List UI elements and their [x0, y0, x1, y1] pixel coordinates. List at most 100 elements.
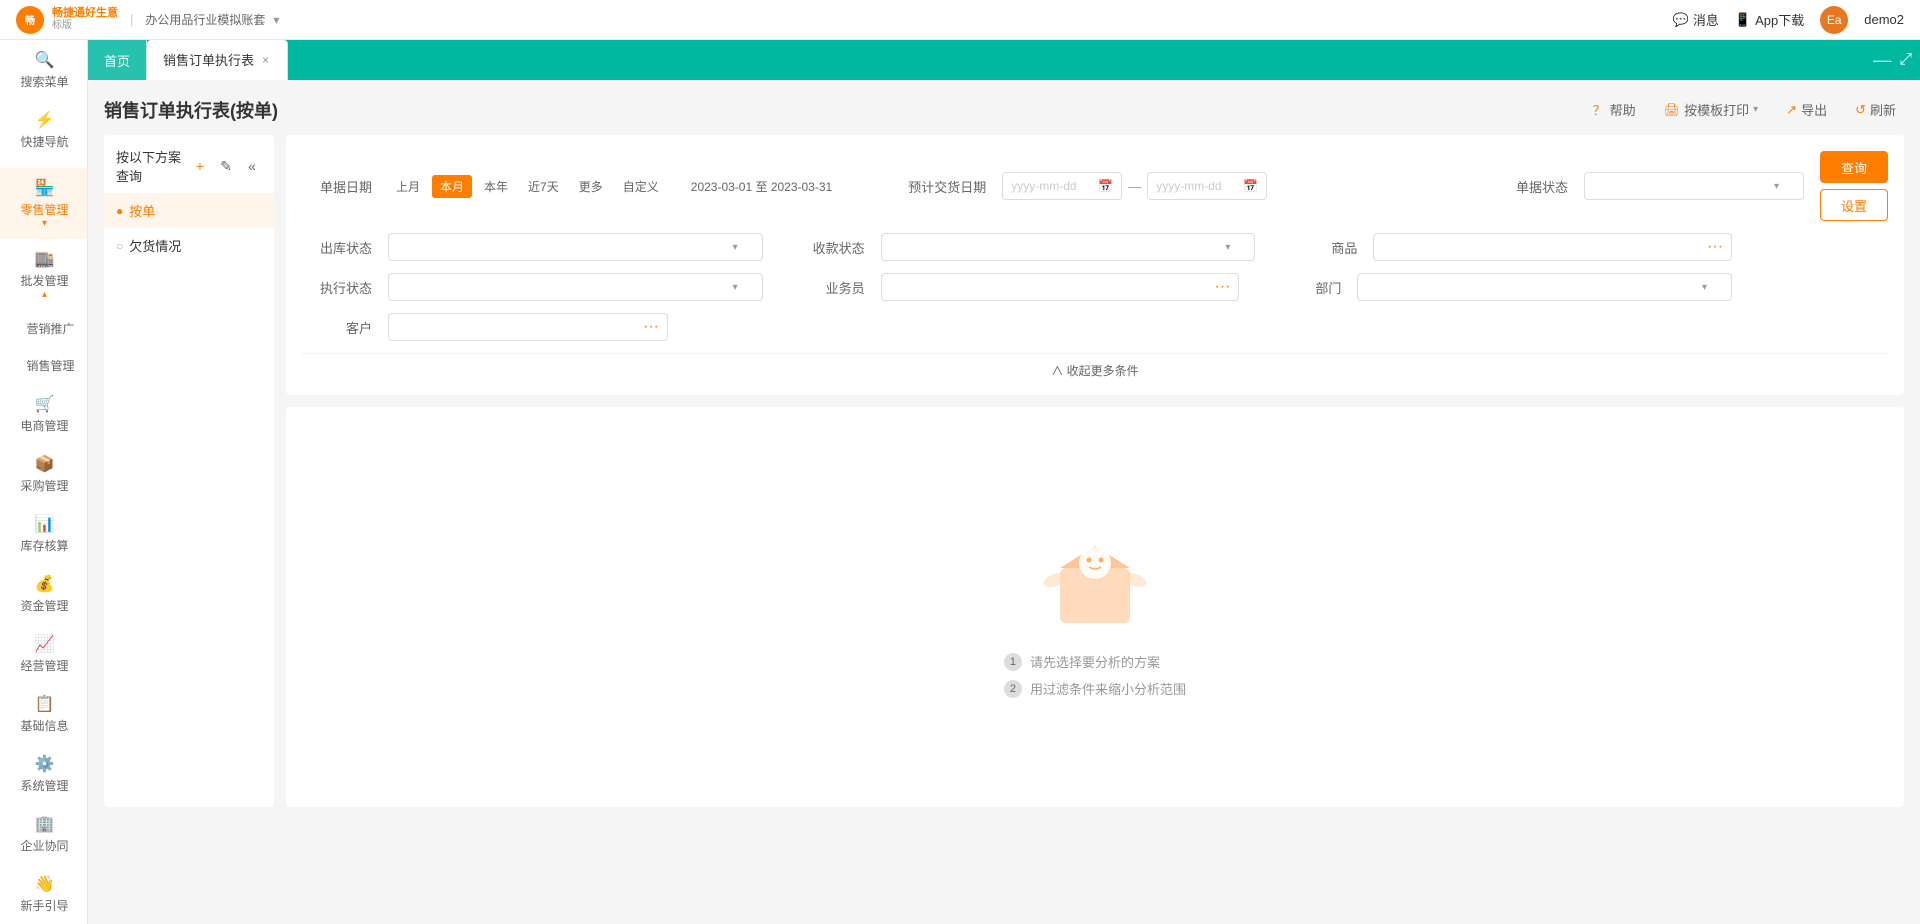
empty-hints: 1 请先选择要分析的方案 2 用过滤条件来缩小分析范围 — [1004, 652, 1186, 706]
quicknav-icon: ⚡ — [35, 110, 55, 130]
help-icon: ？ — [1593, 100, 1606, 119]
add-scheme-btn[interactable]: + — [190, 156, 210, 176]
minimize-icon[interactable]: — — [1873, 50, 1891, 71]
sidebar-item-ecommerce[interactable]: 🛒 电商管理 — [0, 384, 87, 444]
date-label: 单据日期 — [302, 177, 372, 196]
date-tab-7days[interactable]: 近7天 — [520, 175, 567, 198]
sidebar-subitem-marketing[interactable]: 营销推广 — [12, 310, 87, 347]
tab-active[interactable]: 销售订单执行表 × — [147, 40, 288, 81]
username: demo2 — [1864, 12, 1904, 27]
department-label: 部门 — [1271, 278, 1341, 297]
left-panel: 按以下方案查询 + ✎ « ● 按单 ○ 欠货情况 — [104, 135, 274, 807]
payment-dropdown-icon: ▾ — [1225, 242, 1230, 253]
hint-num-2: 2 — [1004, 680, 1022, 698]
sidebar-item-newuser[interactable]: 👋 新手引导 — [0, 864, 87, 924]
wholesale-expand-icon: ▴ — [42, 289, 47, 300]
message-icon: 💬 — [1673, 12, 1689, 28]
date-range-text: 2023-03-01 至 2023-03-31 — [691, 178, 832, 195]
date-tab-custom[interactable]: 自定义 — [615, 175, 667, 198]
sidebar-item-search[interactable]: 🔍 搜索菜单 — [0, 40, 87, 100]
date-tab-thisyear[interactable]: 本年 — [476, 175, 516, 198]
payment-select[interactable]: ▾ — [881, 233, 1256, 261]
enterprise-icon: 🏢 — [35, 814, 55, 834]
app-download-action[interactable]: 📱 App下载 — [1735, 10, 1804, 29]
collapse-icon: ∧ — [1051, 364, 1066, 378]
filter-row-2: 出库状态 ▾ 收款状态 ▾ 商品 — [302, 233, 1888, 261]
scheme-item-0[interactable]: ● 按单 — [104, 193, 274, 228]
help-btn[interactable]: ？ 帮助 — [1585, 96, 1644, 123]
shipment-select[interactable]: ▾ — [388, 233, 763, 261]
sidebar-item-operations[interactable]: 📈 经营管理 — [0, 624, 87, 684]
system-icon: ⚙️ — [35, 754, 55, 774]
left-panel-title: 按以下方案查询 — [116, 147, 190, 185]
sidebar-item-purchase[interactable]: 📦 采购管理 — [0, 444, 87, 504]
sidebar-item-finance[interactable]: 💰 资金管理 — [0, 564, 87, 624]
goods-dots-icon: ··· — [1707, 238, 1723, 256]
sidebar-item-enterprise[interactable]: 🏢 企业协同 — [0, 804, 87, 864]
date-separator: — — [1128, 179, 1141, 194]
expected-date-to[interactable]: yyyy-mm-dd 📅 — [1147, 172, 1267, 200]
operations-icon: 📈 — [35, 634, 55, 654]
wholesale-icon: 🏬 — [35, 249, 55, 269]
salesman-input[interactable]: ··· — [881, 273, 1240, 301]
filter-row-4: 客户 ··· — [302, 313, 1888, 341]
sidebar-item-label-search: 搜索菜单 — [20, 73, 68, 90]
sidebar-item-inventory[interactable]: 📊 库存核算 — [0, 504, 87, 564]
ecommerce-icon: 🛒 — [35, 394, 55, 414]
retail-icon: 🏪 — [35, 178, 55, 198]
empty-state: 1 请先选择要分析的方案 2 用过滤条件来缩小分析范围 — [286, 407, 1904, 807]
sidebar-item-quicknav[interactable]: ⚡ 快捷导航 — [0, 100, 87, 160]
collapse-panel-btn[interactable]: « — [242, 156, 262, 176]
settings-btn[interactable]: 设置 — [1820, 189, 1888, 221]
date-to-placeholder: yyyy-mm-dd — [1156, 179, 1221, 193]
sidebar-item-label-quicknav: 快捷导航 — [20, 133, 68, 150]
sidebar-subitem-label-marketing: 营销推广 — [26, 320, 74, 337]
goods-input[interactable]: ··· — [1373, 233, 1732, 261]
date-tab-lastmonth[interactable]: 上月 — [388, 175, 428, 198]
sidebar-item-label-enterprise: 企业协同 — [20, 837, 68, 854]
sidebar: 🔍 搜索菜单 ⚡ 快捷导航 🏪 零售管理 ▾ 🏬 批发管理 ▴ 营销推广 销售管… — [0, 40, 88, 924]
filter-box: 单据日期 上月 本月 本年 近7天 更多 自定义 2023-03-01 至 20… — [286, 135, 1904, 395]
main-layout: 🔍 搜索菜单 ⚡ 快捷导航 🏪 零售管理 ▾ 🏬 批发管理 ▴ 营销推广 销售管… — [0, 40, 1920, 924]
top-header: 畅 畅捷通好生意 标版 | 办公用品行业模拟账套 ▾ 💬 消息 📱 App下载 … — [0, 0, 1920, 40]
customer-input[interactable]: ··· — [388, 313, 668, 341]
scheme-item-label-0: 按单 — [129, 201, 155, 220]
date-tab-more[interactable]: 更多 — [571, 175, 611, 198]
refresh-btn[interactable]: ↺ 刷新 — [1847, 96, 1904, 123]
expected-date-from[interactable]: yyyy-mm-dd 📅 — [1002, 172, 1122, 200]
finance-icon: 💰 — [35, 574, 55, 594]
query-btn[interactable]: 查询 — [1820, 151, 1888, 183]
exec-select[interactable]: ▾ — [388, 273, 763, 301]
filter-row-3: 执行状态 ▾ 业务员 ··· 部门 — [302, 273, 1888, 301]
sidebar-subitem-sales[interactable]: 销售管理 — [12, 347, 87, 384]
sidebar-item-retail[interactable]: 🏪 零售管理 ▾ — [0, 168, 87, 239]
department-select[interactable]: ▾ — [1357, 273, 1732, 301]
basics-icon: 📋 — [35, 694, 55, 714]
sidebar-item-basics[interactable]: 📋 基础信息 — [0, 684, 87, 744]
refresh-icon: ↺ — [1855, 102, 1866, 118]
date-tab-thismonth[interactable]: 本月 — [432, 175, 472, 198]
maximize-icon[interactable]: ⤢ — [1899, 51, 1912, 69]
sidebar-item-wholesale[interactable]: 🏬 批发管理 ▴ — [0, 239, 87, 310]
tab-bar: 首页 销售订单执行表 × — ⤢ — [88, 40, 1920, 80]
purchase-icon: 📦 — [35, 454, 55, 474]
logo-icon: 畅 — [16, 6, 44, 34]
tab-close-icon[interactable]: × — [260, 51, 271, 69]
breadcrumb-dropdown-icon[interactable]: ▾ — [273, 13, 279, 27]
date-from-placeholder: yyyy-mm-dd — [1011, 179, 1076, 193]
page-content: 销售订单执行表(按单) ？ 帮助 🖨 按模板打印 ▾ ↗ 导出 — [88, 80, 1920, 924]
scheme-item-1[interactable]: ○ 欠货情况 — [104, 228, 274, 263]
status-select[interactable]: ▾ — [1584, 172, 1804, 200]
export-btn[interactable]: ↗ 导出 — [1778, 96, 1835, 123]
edit-scheme-btn[interactable]: ✎ — [216, 156, 236, 176]
avatar[interactable]: Ea — [1820, 6, 1848, 34]
right-panel: 单据日期 上月 本月 本年 近7天 更多 自定义 2023-03-01 至 20… — [286, 135, 1904, 807]
collapse-bar[interactable]: ∧ 收起更多条件 — [302, 353, 1888, 379]
message-action[interactable]: 💬 消息 — [1673, 10, 1719, 29]
print-btn[interactable]: 🖨 按模板打印 ▾ — [1656, 96, 1767, 123]
breadcrumb: 办公用品行业模拟账套 — [145, 11, 265, 28]
tab-home[interactable]: 首页 — [88, 40, 147, 80]
sidebar-item-label-newuser: 新手引导 — [20, 897, 68, 914]
retail-expand-icon: ▾ — [42, 218, 47, 229]
sidebar-item-system[interactable]: ⚙️ 系统管理 — [0, 744, 87, 804]
